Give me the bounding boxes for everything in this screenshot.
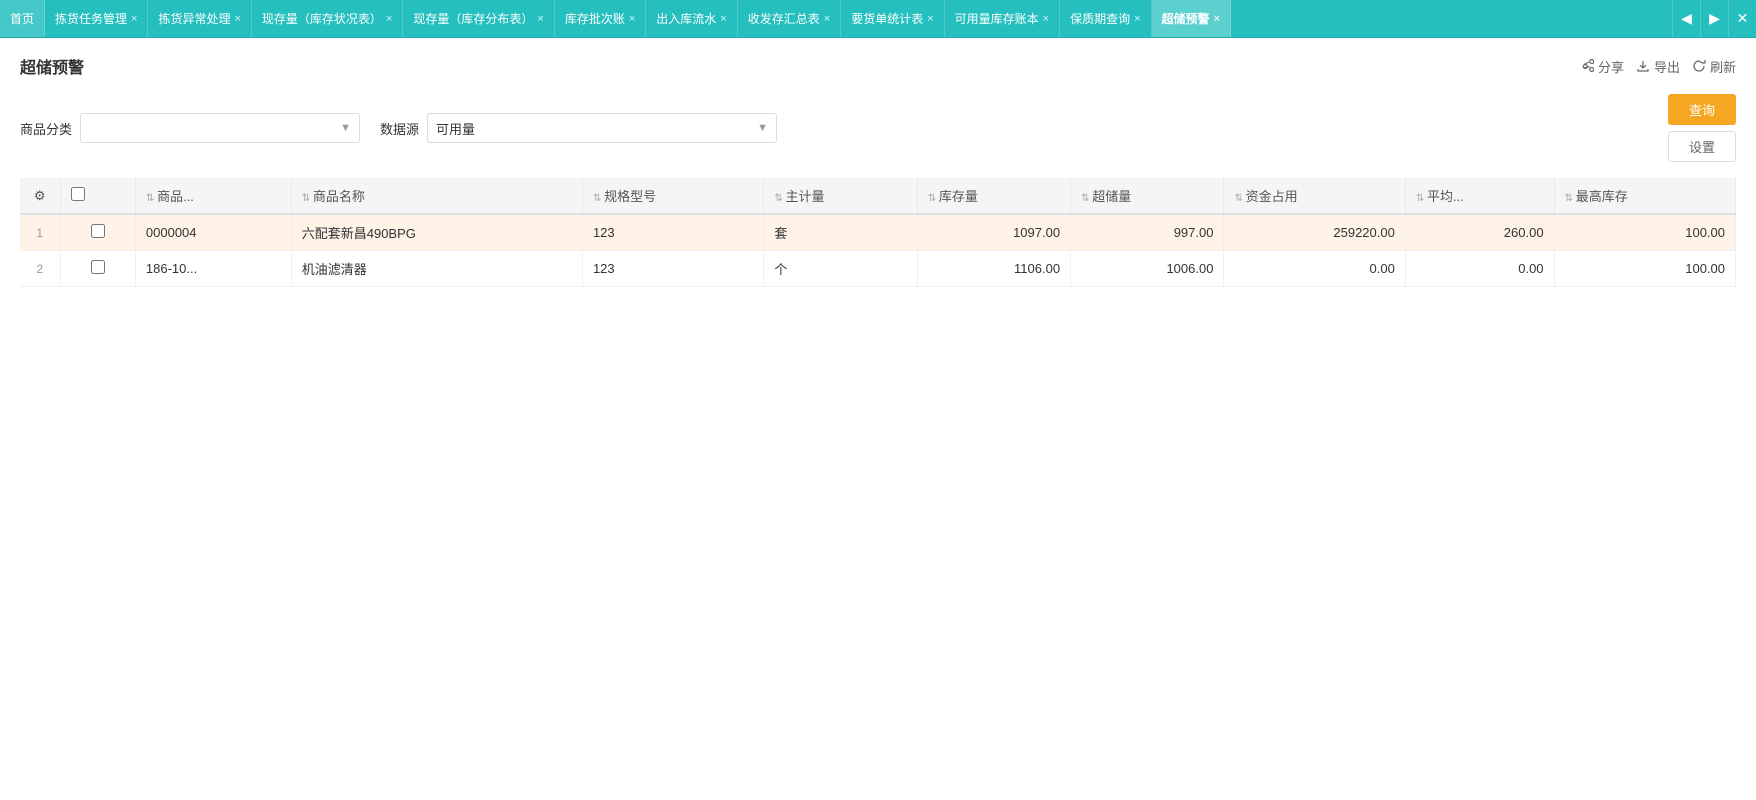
- nav-tab-batch[interactable]: 库存批次账 ×: [555, 0, 646, 37]
- category-label: 商品分类: [20, 119, 72, 138]
- page-content: 超储预警 分享 导出 刷新 商品: [0, 38, 1756, 800]
- export-button[interactable]: 导出: [1636, 57, 1680, 76]
- row-name: 机油滤清器: [291, 251, 582, 287]
- spec-column-header[interactable]: 规格型号: [582, 178, 763, 214]
- avg-column-header[interactable]: 平均...: [1405, 178, 1554, 214]
- row-stock: 1097.00: [917, 214, 1070, 251]
- row-checkbox-cell: [60, 214, 135, 251]
- share-button[interactable]: 分享: [1580, 57, 1624, 76]
- query-button[interactable]: 查询: [1668, 94, 1736, 125]
- header-actions: 分享 导出 刷新: [1580, 57, 1736, 76]
- row-code: 0000004: [135, 214, 291, 251]
- row-capital: 259220.00: [1224, 214, 1405, 251]
- datasource-label: 数据源: [380, 119, 419, 138]
- filter-buttons: 查询 设置: [1668, 94, 1736, 162]
- close-icon[interactable]: ×: [1043, 13, 1049, 25]
- nav-prev-button[interactable]: ◀: [1672, 0, 1700, 37]
- page-title: 超储预警: [20, 54, 84, 78]
- checkbox-column-header: [60, 178, 135, 214]
- row-unit: 套: [764, 214, 917, 251]
- close-icon[interactable]: ×: [720, 13, 726, 25]
- nav-tab-task-mgmt[interactable]: 拣货任务管理 ×: [45, 0, 148, 37]
- close-icon[interactable]: ×: [537, 13, 543, 25]
- nav-tab-stock-dist[interactable]: 现存量（库存分布表） ×: [403, 0, 554, 37]
- table-header-row: ⚙ 商品... 商品名称 规格型号 主计量 库存量 超储量 资金占用 平均...…: [20, 178, 1736, 214]
- name-column-header[interactable]: 商品名称: [291, 178, 582, 214]
- row-maxstock: 100.00: [1554, 214, 1735, 251]
- table-row: 1 0000004 六配套新昌490BPG 123 套 1097.00 997.…: [20, 214, 1736, 251]
- data-table: ⚙ 商品... 商品名称 规格型号 主计量 库存量 超储量 资金占用 平均...…: [20, 178, 1736, 287]
- row-avg: 260.00: [1405, 214, 1554, 251]
- row-stock: 1106.00: [917, 251, 1070, 287]
- stock-column-header[interactable]: 库存量: [917, 178, 1070, 214]
- share-icon: [1580, 59, 1594, 73]
- row-spec: 123: [582, 214, 763, 251]
- filter-row: 商品分类 ▼ 数据源 可用量 ▼ 查询 设置: [20, 94, 1736, 162]
- nav-tab-home[interactable]: 首页: [0, 0, 45, 37]
- close-icon[interactable]: ×: [234, 13, 240, 25]
- row-capital: 0.00: [1224, 251, 1405, 287]
- row-checkbox[interactable]: [91, 260, 105, 274]
- nav-tab-order-stats[interactable]: 要货单统计表 ×: [841, 0, 944, 37]
- close-icon[interactable]: ×: [629, 13, 635, 25]
- page-header: 超储预警 分享 导出 刷新: [20, 54, 1736, 78]
- nav-close-button[interactable]: ✕: [1728, 0, 1756, 37]
- settings-button[interactable]: 设置: [1668, 131, 1736, 162]
- table-row: 2 186-10... 机油滤清器 123 个 1106.00 1006.00 …: [20, 251, 1736, 287]
- category-filter: 商品分类 ▼: [20, 113, 360, 143]
- code-column-header[interactable]: 商品...: [135, 178, 291, 214]
- gear-column-header[interactable]: ⚙: [20, 178, 60, 214]
- select-all-checkbox[interactable]: [71, 187, 85, 201]
- row-spec: 123: [582, 251, 763, 287]
- nav-tab-abnormal[interactable]: 拣货异常处理 ×: [148, 0, 251, 37]
- chevron-down-icon: ▼: [340, 122, 351, 134]
- capital-column-header[interactable]: 资金占用: [1224, 178, 1405, 214]
- row-maxstock: 100.00: [1554, 251, 1735, 287]
- nav-tab-inout-flow[interactable]: 出入库流水 ×: [646, 0, 737, 37]
- refresh-icon: [1692, 59, 1706, 73]
- category-select[interactable]: ▼: [80, 113, 360, 143]
- row-code: 186-10...: [135, 251, 291, 287]
- nav-tab-receive-summary[interactable]: 收发存汇总表 ×: [738, 0, 841, 37]
- nav-tab-overstock[interactable]: 超储预警 ×: [1152, 0, 1231, 37]
- datasource-select[interactable]: 可用量 ▼: [427, 113, 777, 143]
- nav-arrows: ◀ ▶ ✕: [1672, 0, 1756, 37]
- export-icon: [1636, 59, 1650, 73]
- row-number: 1: [20, 214, 60, 251]
- nav-tab-quality[interactable]: 保质期查询 ×: [1060, 0, 1151, 37]
- row-checkbox[interactable]: [91, 224, 105, 238]
- maxstock-column-header[interactable]: 最高库存: [1554, 178, 1735, 214]
- row-overstock: 997.00: [1071, 214, 1224, 251]
- close-icon[interactable]: ×: [386, 13, 392, 25]
- row-checkbox-cell: [60, 251, 135, 287]
- close-icon[interactable]: ×: [1214, 13, 1220, 25]
- row-number: 2: [20, 251, 60, 287]
- overstock-column-header[interactable]: 超储量: [1071, 178, 1224, 214]
- table-body: 1 0000004 六配套新昌490BPG 123 套 1097.00 997.…: [20, 214, 1736, 287]
- top-nav: 首页 拣货任务管理 × 拣货异常处理 × 现存量（库存状况表） × 现存量（库存…: [0, 0, 1756, 38]
- close-icon[interactable]: ×: [131, 13, 137, 25]
- close-icon[interactable]: ×: [927, 13, 933, 25]
- nav-tab-stock-status[interactable]: 现存量（库存状况表） ×: [252, 0, 403, 37]
- row-unit: 个: [764, 251, 917, 287]
- close-icon[interactable]: ×: [1134, 13, 1140, 25]
- row-avg: 0.00: [1405, 251, 1554, 287]
- row-name: 六配套新昌490BPG: [291, 214, 582, 251]
- chevron-down-icon: ▼: [757, 122, 768, 134]
- nav-next-button[interactable]: ▶: [1700, 0, 1728, 37]
- datasource-filter: 数据源 可用量 ▼: [380, 113, 777, 143]
- unit-column-header[interactable]: 主计量: [764, 178, 917, 214]
- refresh-button[interactable]: 刷新: [1692, 57, 1736, 76]
- row-overstock: 1006.00: [1071, 251, 1224, 287]
- nav-tab-available-ledger[interactable]: 可用量库存账本 ×: [945, 0, 1060, 37]
- close-icon[interactable]: ×: [824, 13, 830, 25]
- datasource-value: 可用量: [436, 119, 475, 138]
